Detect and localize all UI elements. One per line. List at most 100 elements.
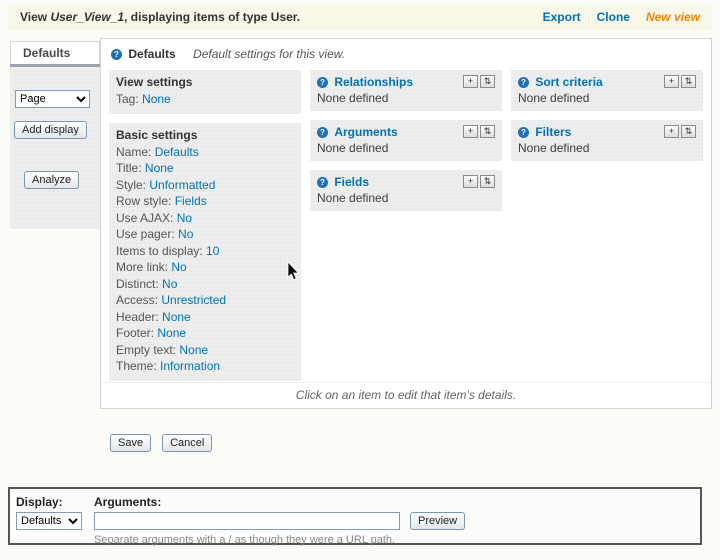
setting-row: Row style: Fields: [116, 193, 294, 210]
view-settings-box: View settings Tag: None: [109, 70, 301, 114]
add-icon[interactable]: +: [463, 125, 478, 138]
setting-value-link[interactable]: None: [145, 161, 174, 175]
setting-value-link[interactable]: None: [162, 310, 191, 324]
settings-column-2: ? Relationships + ⇅ None defined ? Argum…: [310, 70, 502, 390]
add-icon[interactable]: +: [463, 175, 478, 188]
setting-row: More link: No: [116, 259, 294, 276]
display-tabs-sidebar: Defaults Page Add display Analyze: [10, 38, 100, 409]
arguments-title-link[interactable]: Arguments: [334, 125, 397, 139]
panel-footer-note: Click on an item to edit that item's det…: [101, 382, 711, 408]
rearrange-icon[interactable]: ⇅: [681, 125, 696, 138]
setting-row: Footer: None: [116, 325, 294, 342]
preview-display-select[interactable]: Defaults: [16, 512, 82, 530]
add-icon[interactable]: +: [664, 75, 679, 88]
panel-header: ? Defaults Default settings for this vie…: [111, 47, 703, 61]
view-name: User_View_1: [50, 10, 125, 24]
cancel-button[interactable]: Cancel: [162, 434, 213, 452]
setting-value-link[interactable]: Defaults: [155, 145, 199, 159]
help-icon[interactable]: ?: [317, 127, 328, 138]
add-icon[interactable]: +: [664, 125, 679, 138]
setting-row: Access: Unrestricted: [116, 292, 294, 309]
empty-text: None defined: [317, 141, 389, 155]
sort-criteria-title-link[interactable]: Sort criteria: [535, 75, 602, 89]
settings-columns: View settings Tag: None Basic settings N…: [109, 70, 703, 390]
setting-value-link[interactable]: None: [157, 326, 186, 340]
add-icon[interactable]: +: [463, 75, 478, 88]
analyze-button[interactable]: Analyze: [24, 171, 80, 189]
box-controls: + ⇅: [664, 75, 696, 88]
setting-label: Footer:: [116, 326, 155, 340]
setting-label: Row style:: [116, 194, 172, 208]
setting-value-link[interactable]: No: [171, 260, 186, 274]
add-display-button[interactable]: Add display: [14, 121, 87, 139]
help-icon[interactable]: ?: [111, 49, 122, 60]
view-title-prefix: View: [20, 10, 51, 24]
box-title-group: ? Sort criteria: [518, 75, 603, 89]
setting-value-link[interactable]: No: [162, 277, 177, 291]
setting-row: Tag: None: [116, 91, 294, 108]
rearrange-icon[interactable]: ⇅: [480, 125, 495, 138]
setting-row: Style: Unformatted: [116, 177, 294, 194]
preview-arguments-input[interactable]: [94, 512, 400, 530]
setting-label: Tag:: [116, 92, 139, 106]
settings-column-3: ? Sort criteria + ⇅ None defined ? Filte…: [511, 70, 703, 390]
setting-value-link[interactable]: None: [142, 92, 171, 106]
panel-heading: Defaults: [128, 47, 176, 61]
preview-button[interactable]: Preview: [410, 512, 466, 530]
setting-value-link[interactable]: None: [179, 343, 208, 357]
help-icon[interactable]: ?: [518, 127, 529, 138]
add-display-panel: Page Add display Analyze: [10, 67, 100, 229]
relationships-box: ? Relationships + ⇅ None defined: [310, 70, 502, 111]
display-type-select[interactable]: Page: [15, 90, 90, 108]
form-actions: Save Cancel: [110, 434, 720, 452]
new-view-link[interactable]: New view: [646, 10, 700, 24]
box-title-group: ? Filters: [518, 125, 571, 139]
setting-value-link[interactable]: No: [177, 211, 192, 225]
view-operations: Export Clone New view: [543, 10, 700, 24]
box-header: ? Relationships + ⇅: [317, 75, 495, 89]
setting-label: Access:: [116, 293, 159, 307]
setting-value-link[interactable]: No: [178, 227, 193, 241]
box-title-group: ? Arguments: [317, 125, 398, 139]
setting-label: Items to display:: [116, 243, 203, 258]
help-icon[interactable]: ?: [518, 77, 529, 88]
setting-row: Empty text: None: [116, 342, 294, 359]
setting-value-link[interactable]: Unformatted: [149, 178, 215, 192]
filters-box: ? Filters + ⇅ None defined: [511, 120, 703, 161]
arguments-box: ? Arguments + ⇅ None defined: [310, 120, 502, 161]
save-button[interactable]: Save: [110, 434, 152, 452]
tab-defaults[interactable]: Defaults: [10, 41, 100, 64]
box-header: ? Arguments + ⇅: [317, 125, 495, 139]
setting-value-link[interactable]: 10: [206, 244, 219, 258]
setting-row: Title: None: [116, 160, 294, 177]
preview-arguments-label: Arguments:: [94, 495, 162, 509]
setting-label: Distinct:: [116, 276, 159, 291]
setting-label: Use pager:: [116, 227, 175, 241]
box-header: ? Fields + ⇅: [317, 175, 495, 189]
setting-row: Distinct: No: [116, 276, 294, 293]
box-title-group: ? Fields: [317, 175, 369, 189]
setting-row: Use AJAX: No: [116, 210, 294, 227]
setting-value-link[interactable]: Information: [160, 359, 220, 373]
setting-row: Use pager: No: [116, 226, 294, 243]
setting-value-link[interactable]: Unrestricted: [161, 293, 226, 307]
filters-title-link[interactable]: Filters: [535, 125, 571, 139]
help-icon[interactable]: ?: [317, 177, 328, 188]
preview-form: Display: Defaults Arguments: Preview Sep…: [16, 495, 692, 546]
box-header: ? Sort criteria + ⇅: [518, 75, 696, 89]
basic-settings-title: Basic settings: [116, 127, 198, 142]
setting-label: Empty text:: [116, 342, 177, 357]
rearrange-icon[interactable]: ⇅: [681, 75, 696, 88]
help-icon[interactable]: ?: [317, 77, 328, 88]
setting-value-link[interactable]: Fields: [175, 194, 207, 208]
relationships-title-link[interactable]: Relationships: [334, 75, 413, 89]
settings-column-1: View settings Tag: None Basic settings N…: [109, 70, 301, 390]
preview-display-label: Display:: [16, 495, 63, 509]
setting-row: Theme: Information: [116, 358, 294, 375]
box-controls: + ⇅: [463, 125, 495, 138]
fields-title-link[interactable]: Fields: [334, 175, 369, 189]
export-link[interactable]: Export: [543, 10, 581, 24]
rearrange-icon[interactable]: ⇅: [480, 175, 495, 188]
clone-link[interactable]: Clone: [597, 10, 630, 24]
rearrange-icon[interactable]: ⇅: [480, 75, 495, 88]
